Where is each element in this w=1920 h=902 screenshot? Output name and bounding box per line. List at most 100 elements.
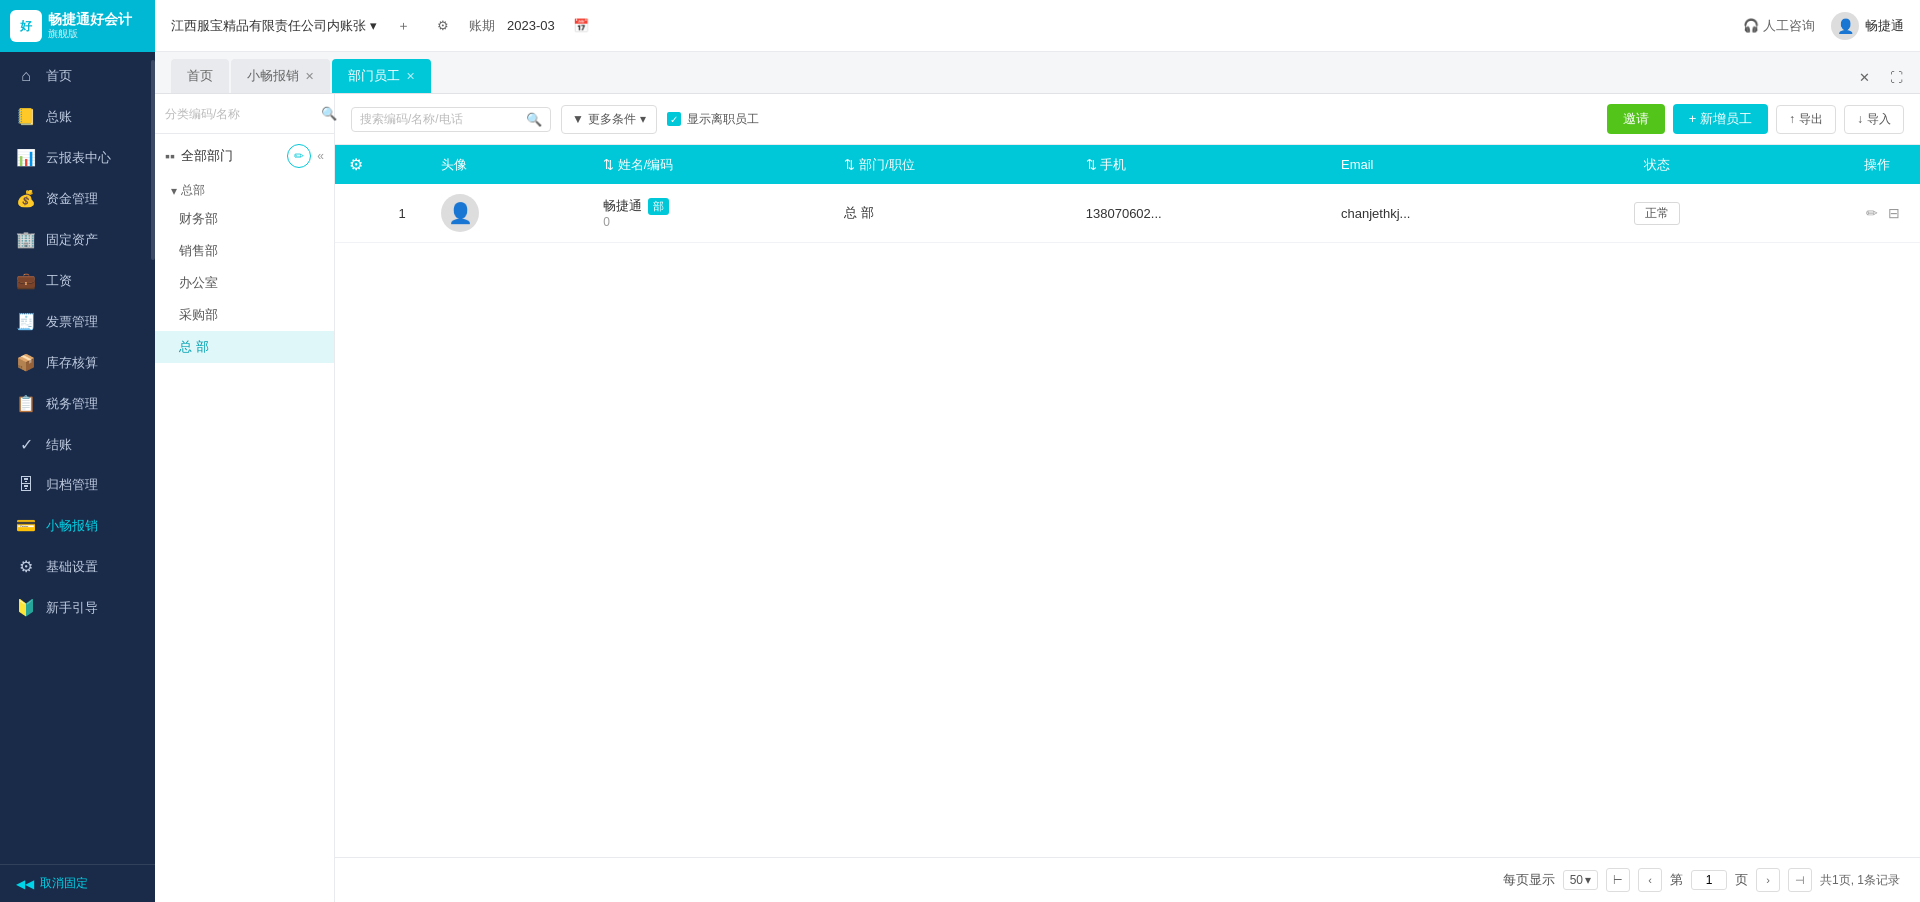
dept-search-input[interactable] <box>165 107 315 121</box>
dept-collapse-button[interactable]: « <box>317 149 324 163</box>
dept-item-sales[interactable]: 销售部 <box>155 235 334 267</box>
dept-item-office[interactable]: 办公室 <box>155 267 334 299</box>
sidebar-item-funds[interactable]: 💰 资金管理 <box>0 178 155 219</box>
company-selector[interactable]: 江西服宝精品有限责任公司内账张 ▾ <box>171 17 377 35</box>
tax-icon: 📋 <box>16 394 36 413</box>
first-icon: ⊢ <box>1613 874 1623 887</box>
settings-button[interactable]: ⚙ <box>429 12 457 40</box>
show-resigned-toggle[interactable]: ✓ 显示离职员工 <box>667 111 759 128</box>
per-page-select[interactable]: 50 ▾ <box>1563 870 1598 890</box>
tab-home[interactable]: 首页 <box>171 59 229 93</box>
dept-badge: 部 <box>648 198 669 215</box>
invoice-icon: 🧾 <box>16 312 36 331</box>
sidebar-item-ledger[interactable]: 📒 总账 <box>0 96 155 137</box>
sidebar-item-archive[interactable]: 🗄 归档管理 <box>0 465 155 505</box>
th-phone[interactable]: ⇅ 手机 <box>1072 145 1327 184</box>
period-label: 账期 <box>469 17 495 35</box>
tab-dept[interactable]: 部门员工 ✕ <box>332 59 431 93</box>
tab-expand-btn[interactable]: ⛶ <box>1884 65 1908 89</box>
sidebar-item-assets[interactable]: 🏢 固定资产 <box>0 219 155 260</box>
sidebar-item-label: 首页 <box>46 67 72 85</box>
logo-icon: 好 <box>10 10 42 42</box>
search-icon[interactable]: 🔍 <box>526 112 542 127</box>
sidebar-item-label: 基础设置 <box>46 558 98 576</box>
user-area[interactable]: 👤 畅捷通 <box>1831 12 1904 40</box>
sidebar-item-settings[interactable]: ⚙ 基础设置 <box>0 546 155 587</box>
sidebar-item-guide[interactable]: 🔰 新手引导 <box>0 587 155 628</box>
employee-table-wrapper: ⚙ 头像 ⇅ 姓名/编码 ⇅ 部门/职位 ⇅ 手机 <box>335 145 1920 857</box>
assets-icon: 🏢 <box>16 230 36 249</box>
toolbar: 🔍 ▼ 更多条件 ▾ ✓ 显示离职员工 邀请 + 新增员工 ↑ 导出 <box>335 94 1920 145</box>
sidebar-item-expense[interactable]: 💳 小畅报销 <box>0 505 155 546</box>
tab-expense-label: 小畅报销 <box>247 67 299 85</box>
prev-page-button[interactable]: ‹ <box>1638 868 1662 892</box>
pin-icon: ◀◀ <box>16 877 34 891</box>
last-page-button[interactable]: ⊣ <box>1788 868 1812 892</box>
cancel-pin-button[interactable]: ◀◀ 取消固定 <box>0 864 155 902</box>
calendar-button[interactable]: 📅 <box>567 12 595 40</box>
sidebar-item-checkout[interactable]: ✓ 结账 <box>0 424 155 465</box>
export-button[interactable]: ↑ 导出 <box>1776 105 1836 134</box>
filter-button[interactable]: ▼ 更多条件 ▾ <box>561 105 657 134</box>
sidebar-item-inventory[interactable]: 📦 库存核算 <box>0 342 155 383</box>
company-name: 江西服宝精品有限责任公司内账张 <box>171 17 366 35</box>
import-icon: ↓ <box>1857 112 1863 126</box>
th-dept[interactable]: ⇅ 部门/职位 <box>830 145 1071 184</box>
expense-icon: 💳 <box>16 516 36 535</box>
dept-all-label[interactable]: 全部部门 <box>181 147 281 165</box>
right-panel: 🔍 ▼ 更多条件 ▾ ✓ 显示离职员工 邀请 + 新增员工 ↑ 导出 <box>335 94 1920 902</box>
employee-name: 畅捷通 <box>603 197 642 215</box>
employee-avatar: 👤 <box>441 194 479 232</box>
tab-expense-close[interactable]: ✕ <box>305 70 314 83</box>
th-dept-label: ⇅ 部门/职位 <box>844 157 914 172</box>
sidebar-item-invoice[interactable]: 🧾 发票管理 <box>0 301 155 342</box>
page-suffix: 页 <box>1735 871 1748 889</box>
service-button[interactable]: 🎧 人工咨询 <box>1743 17 1815 35</box>
import-button[interactable]: ↓ 导入 <box>1844 105 1904 134</box>
table-header-row: ⚙ 头像 ⇅ 姓名/编码 ⇅ 部门/职位 ⇅ 手机 <box>335 145 1920 184</box>
dept-item-headquarters[interactable]: 总 部 <box>155 331 334 363</box>
gear-icon: ⚙ <box>349 156 363 173</box>
employee-phone: 138070602... <box>1086 206 1162 221</box>
page-label: 第 <box>1670 871 1683 889</box>
th-settings[interactable]: ⚙ <box>335 145 377 184</box>
action-icons: ✏ ⊟ <box>1762 205 1900 221</box>
sidebar-item-label: 新手引导 <box>46 599 98 617</box>
add-tab-button[interactable]: ＋ <box>389 12 417 40</box>
logo-text-area: 畅捷通好会计 旗舰版 <box>48 11 132 42</box>
logout-button[interactable]: ⊟ <box>1888 205 1900 221</box>
toolbar-right: 邀请 + 新增员工 ↑ 导出 ↓ 导入 <box>1607 104 1904 134</box>
ledger-icon: 📒 <box>16 107 36 126</box>
page-input[interactable] <box>1691 870 1727 890</box>
sidebar-item-label: 云报表中心 <box>46 149 111 167</box>
row-email-cell: chanjethkj... <box>1327 184 1566 243</box>
sidebar-item-salary[interactable]: 💼 工资 <box>0 260 155 301</box>
edit-button[interactable]: ✏ <box>1866 205 1878 221</box>
sidebar-item-tax[interactable]: 📋 税务管理 <box>0 383 155 424</box>
tab-expense[interactable]: 小畅报销 ✕ <box>231 59 330 93</box>
dept-item-procurement[interactable]: 采购部 <box>155 299 334 331</box>
dept-edit-button[interactable]: ✏ <box>287 144 311 168</box>
add-employee-button[interactable]: + 新增员工 <box>1673 104 1768 134</box>
sidebar-item-label: 总账 <box>46 108 72 126</box>
next-page-button[interactable]: › <box>1756 868 1780 892</box>
main-area: 江西服宝精品有限责任公司内账张 ▾ ＋ ⚙ 账期 2023-03 📅 🎧 人工咨… <box>155 0 1920 902</box>
first-page-button[interactable]: ⊢ <box>1606 868 1630 892</box>
gear-icon: ⚙ <box>437 18 449 33</box>
avatar: 👤 <box>1831 12 1859 40</box>
th-name[interactable]: ⇅ 姓名/编码 <box>589 145 830 184</box>
tab-dept-close[interactable]: ✕ <box>406 70 415 83</box>
dept-tree: ▾ 总部 财务部 销售部 办公室 采购部 总 部 <box>155 174 334 367</box>
sidebar-item-reports[interactable]: 📊 云报表中心 <box>0 137 155 178</box>
settings-icon: ⚙ <box>16 557 36 576</box>
edit-icon: ✏ <box>294 149 304 163</box>
dept-tree-header: ▪▪ 全部部门 ✏ « <box>155 134 334 174</box>
sidebar-item-home[interactable]: ⌂ 首页 <box>0 56 155 96</box>
tab-close-btn[interactable]: ✕ <box>1852 65 1876 89</box>
employee-search-input[interactable] <box>360 112 520 126</box>
period-value[interactable]: 2023-03 <box>507 18 555 33</box>
dept-item-finance[interactable]: 财务部 <box>155 203 334 235</box>
employee-email: chanjethkj... <box>1341 206 1410 221</box>
inventory-icon: 📦 <box>16 353 36 372</box>
invite-button[interactable]: 邀请 <box>1607 104 1665 134</box>
